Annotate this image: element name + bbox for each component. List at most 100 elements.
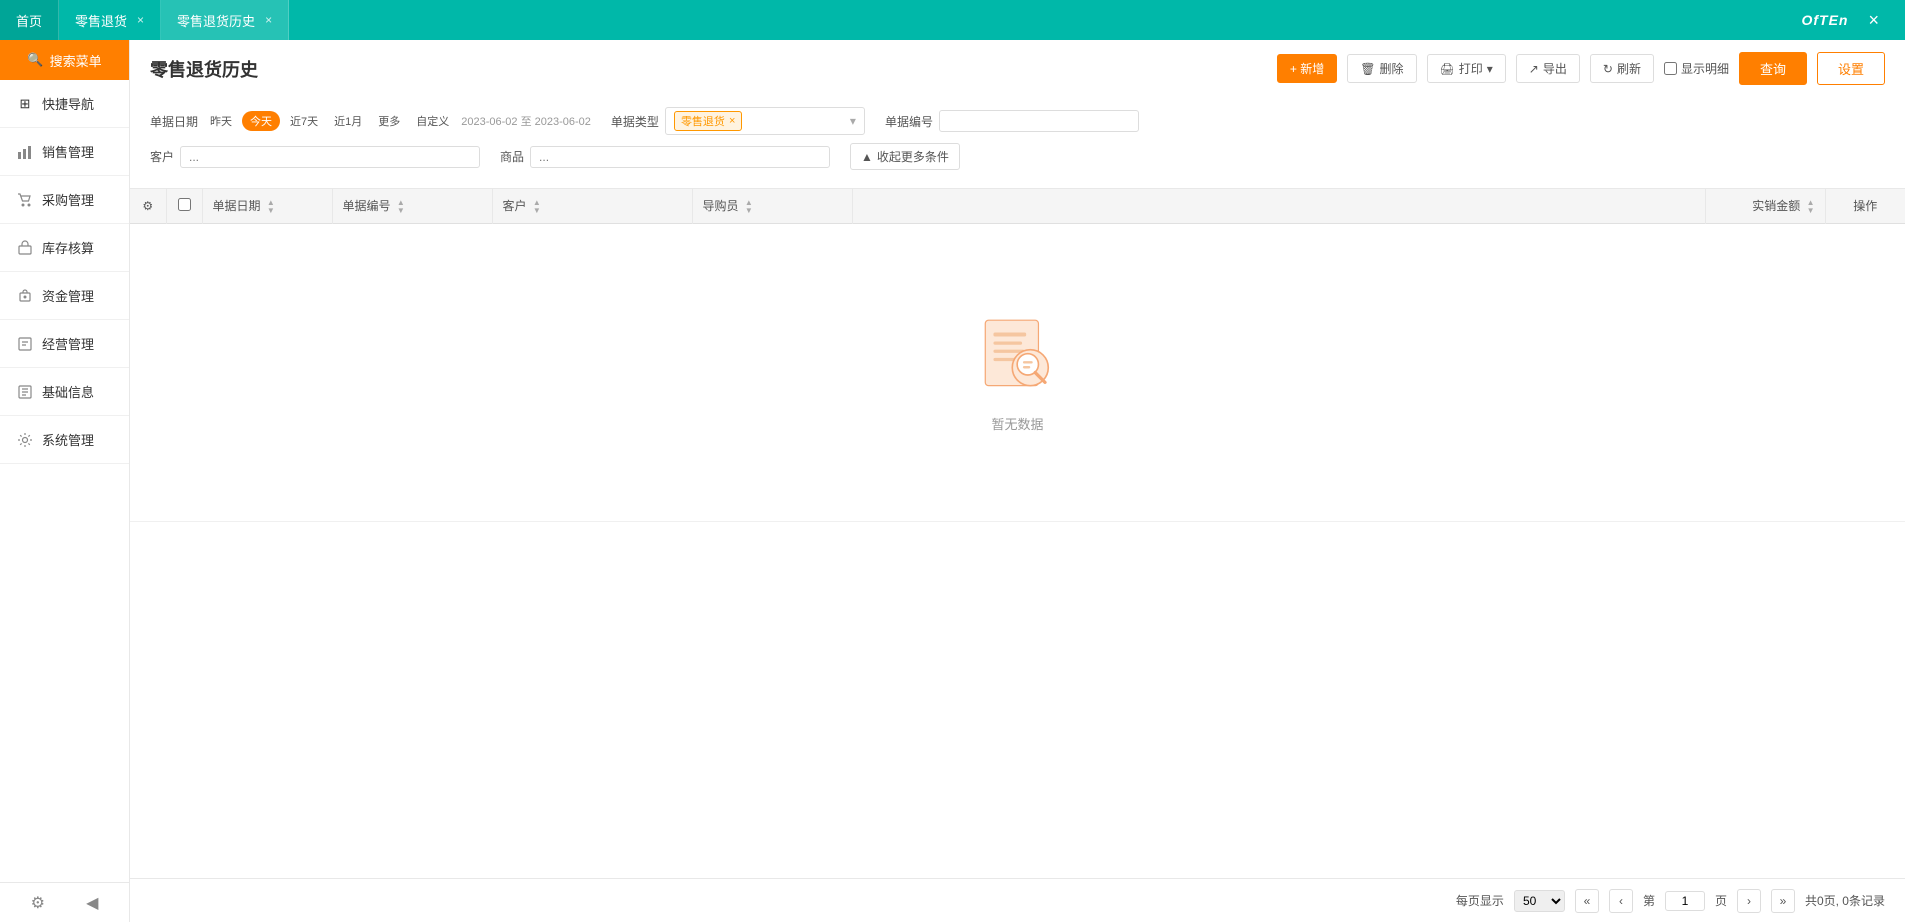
doc-type-select-arrow: ▾: [850, 114, 856, 128]
sidebar-search[interactable]: 🔍 搜索菜单: [0, 40, 129, 80]
system-mgmt-icon: [16, 431, 34, 449]
customer-input[interactable]: [180, 146, 480, 168]
display-toggle-checkbox[interactable]: [1664, 62, 1677, 75]
customer-sort-icon: ▲▼: [533, 199, 541, 215]
print-button[interactable]: 🖨 打印 ▾: [1427, 54, 1506, 83]
col-header-checkbox: [166, 189, 202, 223]
empty-state: 暂无数据: [140, 232, 1895, 513]
date-btn-custom[interactable]: 自定义: [410, 111, 455, 131]
sidebar-item-purchase-mgmt-label: 采购管理: [42, 190, 94, 209]
customer-label: 客户: [150, 148, 174, 165]
search-icon: 🔍: [27, 52, 43, 68]
refresh-button[interactable]: ↻ 刷新: [1590, 54, 1654, 83]
date-btn-7days[interactable]: 近7天: [284, 111, 324, 131]
topbar-right: OfTEn ×: [1801, 10, 1905, 31]
filter-row-1: 单据日期 昨天 今天 近7天 近1月 更多 自定义 2023-06-02 至 2…: [150, 107, 1885, 135]
page-number-input[interactable]: [1665, 891, 1705, 911]
tab-home-label: 首页: [16, 11, 42, 30]
page-size-select[interactable]: 10 20 50 100: [1514, 890, 1565, 912]
col-header-number[interactable]: 单据编号 ▲▼: [332, 189, 492, 223]
col-header-date[interactable]: 单据日期 ▲▼: [202, 189, 332, 223]
doc-type-tag: 零售退货 ×: [674, 111, 742, 131]
col-header-amount[interactable]: 实销金额 ▲▼: [1705, 189, 1825, 223]
app-logo: OfTEn: [1801, 12, 1848, 28]
number-sort-icon: ▲▼: [397, 199, 405, 215]
sidebar-item-inventory-label: 库存核算: [42, 238, 94, 257]
sidebar-item-sales-mgmt[interactable]: 销售管理: [0, 128, 129, 176]
sales-mgmt-icon: [16, 143, 34, 161]
tab-home[interactable]: 首页: [0, 0, 59, 40]
doc-number-filter: 单据编号: [885, 110, 1139, 132]
col-header-settings[interactable]: ⚙: [130, 189, 166, 223]
operations-mgmt-icon: [16, 335, 34, 353]
doc-number-label: 单据编号: [885, 113, 933, 130]
doc-number-input[interactable]: [939, 110, 1139, 132]
collapse-label: 收起更多条件: [877, 148, 949, 165]
add-button[interactable]: + 新增: [1277, 54, 1337, 83]
sidebar-item-finance-mgmt[interactable]: 资金管理: [0, 272, 129, 320]
query-button[interactable]: 查询: [1739, 52, 1807, 85]
last-page-button[interactable]: »: [1771, 889, 1795, 913]
date-range-display: 2023-06-02 至 2023-06-02: [461, 113, 591, 129]
page-jump-suffix: 页: [1715, 892, 1727, 909]
page-title: 零售退货历史: [150, 56, 258, 82]
display-toggle[interactable]: 显示明细: [1664, 60, 1729, 77]
doc-type-tag-close[interactable]: ×: [729, 115, 735, 127]
print-icon: 🖨: [1440, 62, 1455, 76]
delete-icon: 🗑: [1360, 62, 1375, 76]
tab-retail-return-close[interactable]: ×: [137, 13, 144, 27]
date-filter-buttons: 昨天 今天 近7天 近1月 更多 自定义: [204, 111, 455, 131]
sidebar-item-basic-info[interactable]: 基础信息: [0, 368, 129, 416]
export-icon: ↗: [1529, 62, 1539, 76]
filter-row-2: 客户 商品 ▲ 收起更多条件: [150, 143, 1885, 170]
sidebar-item-inventory[interactable]: 库存核算: [0, 224, 129, 272]
tab-bar: 首页 零售退货 × 零售退货历史 ×: [0, 0, 1801, 40]
col-header-guide[interactable]: 导购员 ▲▼: [692, 189, 852, 223]
col-header-customer[interactable]: 客户 ▲▼: [492, 189, 692, 223]
tab-retail-return-history[interactable]: 零售退货历史 ×: [161, 0, 289, 40]
date-btn-today[interactable]: 今天: [242, 111, 280, 131]
goods-input[interactable]: [530, 146, 830, 168]
export-button[interactable]: ↗ 导出: [1516, 54, 1580, 83]
sidebar: 🔍 搜索菜单 ⊞ 快捷导航 销售管理 采购管理: [0, 40, 130, 922]
page-title-bar: 零售退货历史 + 新增 🗑 删除 🖨 打印 ▾ ↗ 导出: [150, 52, 1885, 85]
collapse-button[interactable]: ▲ 收起更多条件: [850, 143, 960, 170]
quick-nav-icon: ⊞: [16, 95, 34, 113]
date-btn-1month[interactable]: 近1月: [328, 111, 368, 131]
doc-type-filter: 单据类型 零售退货 × ▾: [611, 107, 865, 135]
sidebar-item-quick-nav[interactable]: ⊞ 快捷导航: [0, 80, 129, 128]
goods-filter: 商品: [500, 146, 830, 168]
date-btn-yesterday[interactable]: 昨天: [204, 111, 238, 131]
delete-button[interactable]: 🗑 删除: [1347, 54, 1416, 83]
sidebar-item-system-mgmt[interactable]: 系统管理: [0, 416, 129, 464]
select-all-checkbox[interactable]: [178, 198, 191, 211]
next-page-button[interactable]: ›: [1737, 889, 1761, 913]
first-page-button[interactable]: «: [1575, 889, 1599, 913]
tab-retail-return-label: 零售退货: [75, 11, 127, 30]
collapse-arrow-icon: ▲: [861, 150, 873, 164]
sidebar-bottom: ⚙ ◀: [0, 882, 129, 922]
sidebar-item-operations-mgmt[interactable]: 经营管理: [0, 320, 129, 368]
sidebar-item-basic-info-label: 基础信息: [42, 382, 94, 401]
settings-button[interactable]: 设置: [1817, 52, 1885, 85]
top-bar: 首页 零售退货 × 零售退货历史 × OfTEn ×: [0, 0, 1905, 40]
sidebar-item-finance-mgmt-label: 资金管理: [42, 286, 94, 305]
display-toggle-label: 显示明细: [1681, 60, 1729, 77]
sidebar-collapse-icon[interactable]: ◀: [86, 893, 98, 913]
sidebar-settings-icon[interactable]: ⚙: [31, 893, 45, 913]
prev-page-button[interactable]: ‹: [1609, 889, 1633, 913]
date-filter: 单据日期 昨天 今天 近7天 近1月 更多 自定义 2023-06-02 至 2…: [150, 111, 591, 131]
tab-retail-return[interactable]: 零售退货 ×: [59, 0, 161, 40]
tab-retail-return-history-close[interactable]: ×: [265, 13, 272, 27]
sidebar-item-sales-mgmt-label: 销售管理: [42, 142, 94, 161]
empty-state-illustration: [968, 312, 1068, 402]
content-area: 零售退货历史 + 新增 🗑 删除 🖨 打印 ▾ ↗ 导出: [130, 40, 1905, 922]
inventory-icon: [16, 239, 34, 257]
window-close-button[interactable]: ×: [1858, 10, 1889, 31]
date-btn-more[interactable]: 更多: [372, 111, 406, 131]
amount-sort-icon: ▲▼: [1807, 199, 1815, 215]
empty-state-row: 暂无数据: [130, 223, 1905, 521]
purchase-mgmt-icon: [16, 191, 34, 209]
doc-type-select[interactable]: 零售退货 × ▾: [665, 107, 865, 135]
sidebar-item-purchase-mgmt[interactable]: 采购管理: [0, 176, 129, 224]
